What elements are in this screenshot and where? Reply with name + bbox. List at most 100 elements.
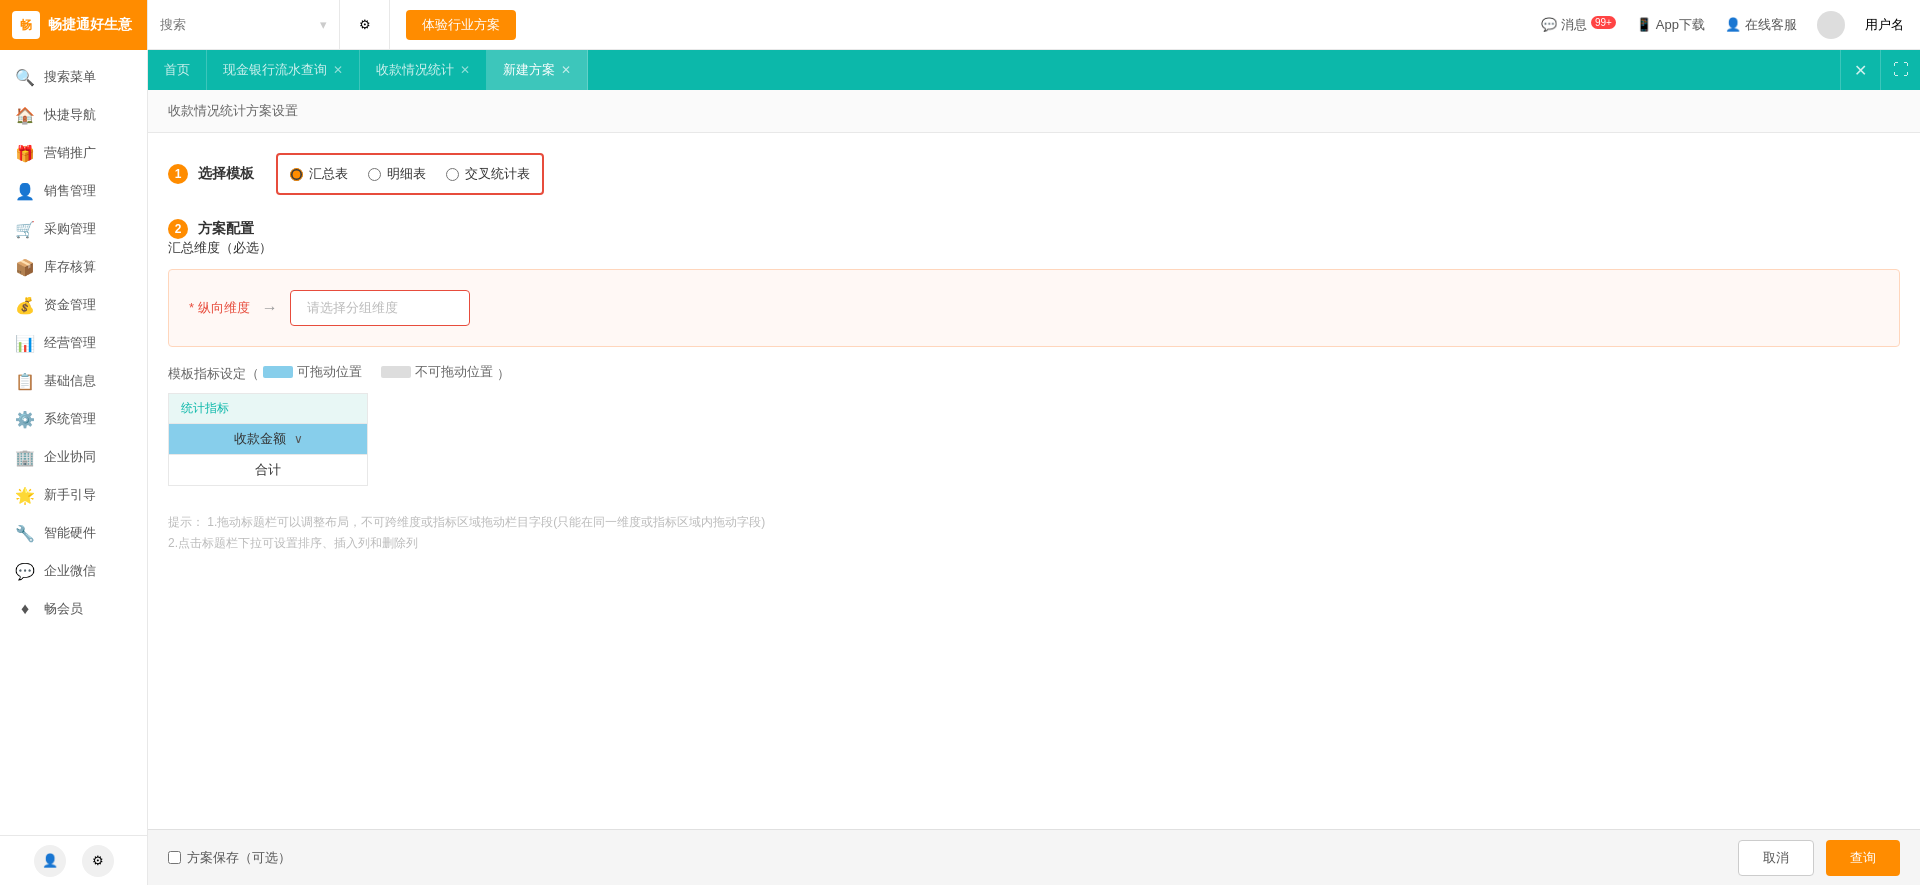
metrics-config: 模板指标设定（ 可拖动位置 不可拖动位置 ） [168, 363, 1900, 486]
tab-new-plan[interactable]: 新建方案✕ [487, 50, 588, 90]
dimension-selector[interactable]: 请选择分组维度 [290, 290, 470, 326]
tab-expand-btn[interactable]: ⛶ [1880, 50, 1920, 90]
config-section-label: 方案配置 [198, 220, 254, 238]
radio-cross[interactable]: 交叉统计表 [446, 165, 530, 183]
tab-label-bank-flow: 现金银行流水查询 [223, 61, 327, 79]
stats-total-cell: 合计 [169, 455, 367, 485]
sidebar-item-inventory[interactable]: 📦 库存核算 [0, 248, 147, 286]
query-button[interactable]: 查询 [1826, 840, 1900, 876]
weixin-label: 企业微信 [44, 562, 96, 580]
page-footer: 方案保存（可选） 取消 查询 [148, 829, 1920, 885]
tab-home[interactable]: 首页 [148, 50, 207, 90]
inventory-icon: 📦 [16, 258, 34, 276]
tip-item: 2.点击标题栏下拉可设置排序、插入列和删除列 [168, 535, 1900, 552]
sidebar-item-quick-nav[interactable]: 🏠 快捷导航 [0, 96, 147, 134]
sidebar-item-marketing[interactable]: 🎁 营销推广 [0, 134, 147, 172]
sidebar-item-operation[interactable]: 📊 经营管理 [0, 324, 147, 362]
stats-label: 统计指标 [169, 394, 367, 424]
tab-label-receipts: 收款情况统计 [376, 61, 454, 79]
sidebar-item-system[interactable]: ⚙️ 系统管理 [0, 400, 147, 438]
radio-summary-input[interactable] [290, 168, 303, 181]
online-service-btn[interactable]: 👤 在线客服 [1725, 16, 1797, 34]
template-section: 1 选择模板 汇总表 明细表 交叉统计表 [168, 153, 1900, 195]
header-search: ▾ [148, 0, 340, 49]
sidebar-item-hardware[interactable]: 🔧 智能硬件 [0, 514, 147, 552]
sidebar-logo: 畅 畅捷通好生意 [0, 0, 147, 50]
sidebar-item-enterprise[interactable]: 🏢 企业协同 [0, 438, 147, 476]
system-label: 系统管理 [44, 410, 96, 428]
config-section: 2 方案配置 汇总维度（必选） * 纵向维度 → 请选择分组维度 [168, 219, 1900, 568]
marketing-label: 营销推广 [44, 144, 96, 162]
fixed-legend-icon [381, 366, 411, 378]
radio-summary-label: 汇总表 [309, 165, 348, 183]
sidebar-item-member[interactable]: ♦ 畅会员 [0, 590, 147, 628]
tab-close-new-plan[interactable]: ✕ [561, 63, 571, 77]
footer-checkbox-area: 方案保存（可选） [148, 849, 311, 867]
marketing-icon: 🎁 [16, 144, 34, 162]
sidebar-footer-btn-1[interactable]: 👤 [34, 845, 66, 877]
draggable-legend-icon [263, 366, 293, 378]
member-icon: ♦ [16, 600, 34, 618]
radio-summary[interactable]: 汇总表 [290, 165, 348, 183]
messages-btn[interactable]: 💬 消息 99+ [1541, 16, 1616, 34]
metrics-header: 模板指标设定（ 可拖动位置 不可拖动位置 ） [168, 363, 1900, 383]
search-label: 搜索菜单 [44, 68, 96, 86]
app-label: App下载 [1656, 16, 1705, 34]
app-download-btn[interactable]: 📱 App下载 [1636, 16, 1705, 34]
dimension-area: * 纵向维度 → 请选择分组维度 [168, 269, 1900, 347]
template-section-number: 1 [168, 164, 188, 184]
operation-label: 经营管理 [44, 334, 96, 352]
trial-btn[interactable]: 体验行业方案 [406, 10, 516, 40]
config-area: 汇总维度（必选） * 纵向维度 → 请选择分组维度 [168, 239, 1900, 568]
sidebar-item-basic[interactable]: 📋 基础信息 [0, 362, 147, 400]
finance-icon: 💰 [16, 296, 34, 314]
sidebar-item-weixin[interactable]: 💬 企业微信 [0, 552, 147, 590]
settings-btn[interactable]: ⚙ [340, 0, 390, 49]
stats-header-dropdown-icon[interactable]: ∨ [294, 432, 303, 446]
radio-detail-label: 明细表 [387, 165, 426, 183]
user-avatar[interactable] [1817, 11, 1845, 39]
dimension-required-label: * 纵向维度 [189, 299, 250, 317]
service-icon: 👤 [1725, 17, 1741, 32]
main-content: 收款情况统计方案设置 1 选择模板 汇总表 明细表 [148, 90, 1920, 885]
sidebar-item-search[interactable]: 🔍 搜索菜单 [0, 58, 147, 96]
sidebar-item-newbie[interactable]: 🌟 新手引导 [0, 476, 147, 514]
search-dropdown-icon[interactable]: ▾ [320, 17, 327, 32]
hardware-icon: 🔧 [16, 524, 34, 542]
enterprise-icon: 🏢 [16, 448, 34, 466]
radio-detail[interactable]: 明细表 [368, 165, 426, 183]
cancel-button[interactable]: 取消 [1738, 840, 1814, 876]
system-icon: ⚙️ [16, 410, 34, 428]
search-input[interactable] [160, 17, 320, 32]
sales-label: 销售管理 [44, 182, 96, 200]
operation-icon: 📊 [16, 334, 34, 352]
draggable-legend-label: 可拖动位置 [297, 363, 362, 381]
tab-close-bank-flow[interactable]: ✕ [333, 63, 343, 77]
radio-cross-input[interactable] [446, 168, 459, 181]
purchase-label: 采购管理 [44, 220, 96, 238]
tab-close-all-btn[interactable]: ✕ [1840, 50, 1880, 90]
sidebar-item-purchase[interactable]: 🛒 采购管理 [0, 210, 147, 248]
sidebar-item-finance[interactable]: 💰 资金管理 [0, 286, 147, 324]
stats-table: 统计指标 收款金额 ∨ 合计 [168, 393, 368, 486]
sidebar-item-sales[interactable]: 👤 销售管理 [0, 172, 147, 210]
newbie-icon: 🌟 [16, 486, 34, 504]
tab-close-receipts[interactable]: ✕ [460, 63, 470, 77]
radio-detail-input[interactable] [368, 168, 381, 181]
stats-header-row[interactable]: 收款金额 ∨ [169, 424, 367, 455]
dimension-arrow-icon: → [262, 299, 278, 317]
sidebar: 畅 畅捷通好生意 🔍 搜索菜单 🏠 快捷导航 🎁 营销推广 👤 销售管理 🛒 采… [0, 0, 148, 885]
member-label: 畅会员 [44, 600, 83, 618]
sidebar-footer-btn-2[interactable]: ⚙ [82, 845, 114, 877]
sales-icon: 👤 [16, 182, 34, 200]
save-plan-checkbox[interactable] [168, 851, 181, 864]
metrics-legend-draggable: 可拖动位置 [263, 363, 362, 381]
basic-icon: 📋 [16, 372, 34, 390]
header-right: 💬 消息 99+ 📱 App下载 👤 在线客服 用户名 [1541, 0, 1920, 49]
tabbar-controls: ✕ ⛶ [1840, 50, 1920, 90]
tab-receipts[interactable]: 收款情况统计 ✕ [360, 50, 487, 90]
tab-bank-flow[interactable]: 现金银行流水查询 ✕ [207, 50, 360, 90]
config-section-number: 2 [168, 219, 188, 239]
quick-nav-icon: 🏠 [16, 106, 34, 124]
sidebar-footer: 👤 ⚙ [0, 835, 147, 885]
